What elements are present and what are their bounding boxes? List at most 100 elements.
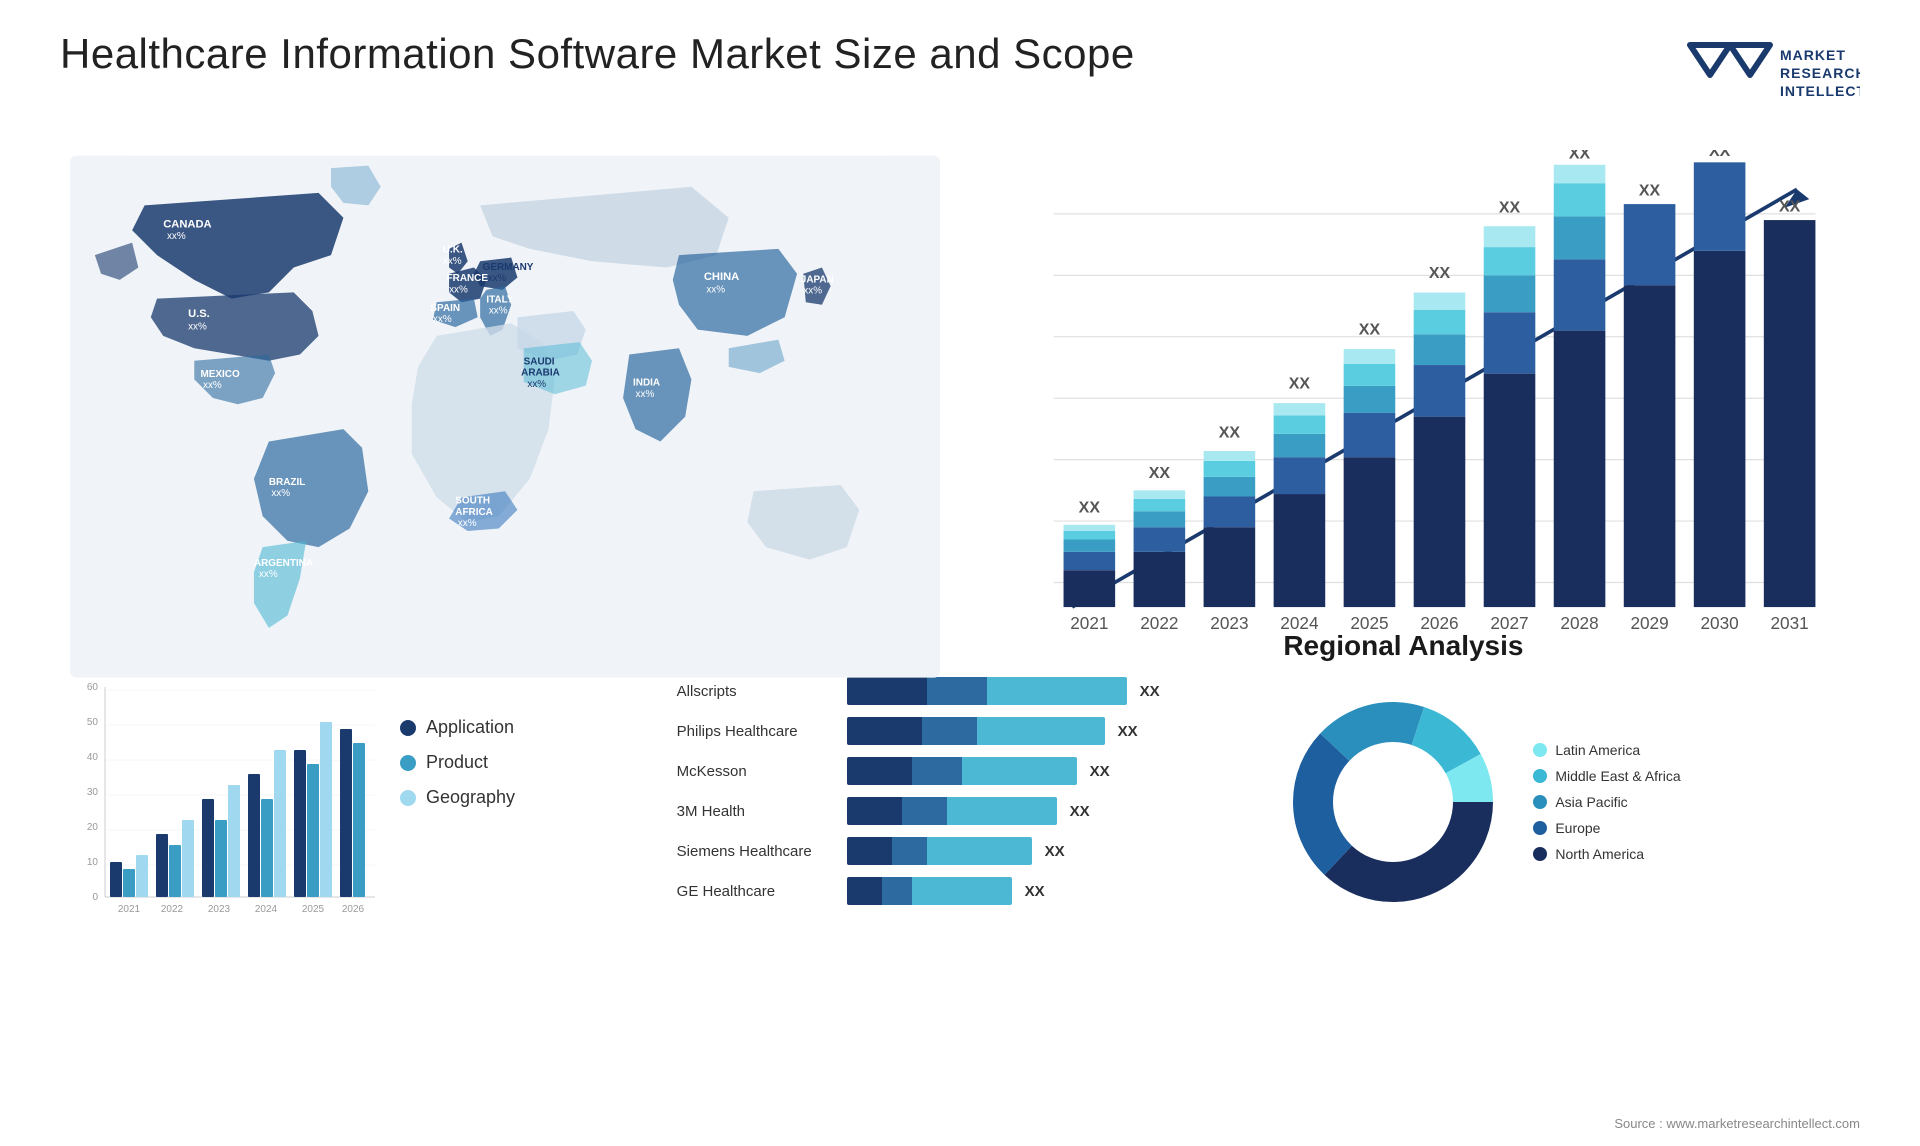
svg-text:ITALY: ITALY: [486, 294, 513, 305]
svg-text:xx%: xx%: [706, 284, 725, 295]
source-text: Source : www.marketresearchintellect.com: [1614, 1116, 1860, 1131]
svg-text:xx%: xx%: [489, 305, 508, 316]
svg-text:SPAIN: SPAIN: [430, 303, 460, 314]
svg-text:2025: 2025: [1350, 613, 1388, 633]
svg-text:2022: 2022: [161, 904, 184, 915]
player-name-mckesson: McKesson: [677, 763, 837, 780]
player-row-3mhealth: 3M Health XX: [677, 797, 1244, 825]
svg-text:2022: 2022: [1140, 613, 1178, 633]
svg-text:xx%: xx%: [443, 256, 462, 267]
svg-text:CHINA: CHINA: [704, 271, 739, 283]
world-map-svg: CANADA xx% U.S. xx% MEXICO xx% BRAZIL xx…: [70, 150, 940, 683]
svg-text:XX: XX: [1219, 425, 1241, 442]
player-row-siemens: Siemens Healthcare XX: [677, 837, 1244, 865]
player-row-mckesson: McKesson XX: [677, 757, 1244, 785]
player-value-philips: XX: [1118, 723, 1138, 740]
svg-text:2023: 2023: [1210, 613, 1248, 633]
legend-color-na: [1533, 847, 1547, 861]
legend-application: Application: [400, 717, 515, 738]
svg-text:RESEARCH: RESEARCH: [1780, 65, 1860, 81]
bar-seg2: [922, 717, 977, 745]
svg-text:10: 10: [87, 857, 99, 868]
legend-europe: Europe: [1533, 820, 1680, 836]
player-name-philips: Philips Healthcare: [677, 723, 837, 740]
svg-text:2027: 2027: [1490, 613, 1528, 633]
svg-text:2024: 2024: [1280, 613, 1319, 633]
page-container: Healthcare Information Software Market S…: [0, 0, 1920, 1146]
player-row-philips: Philips Healthcare XX: [677, 717, 1244, 745]
bar-seg3: [947, 797, 1057, 825]
svg-text:xx%: xx%: [259, 569, 278, 580]
svg-text:FRANCE: FRANCE: [447, 273, 489, 284]
svg-text:XX: XX: [1359, 321, 1381, 338]
svg-text:XX: XX: [1569, 150, 1591, 163]
player-bar-ge: XX: [847, 877, 1244, 905]
svg-text:2021: 2021: [118, 904, 141, 915]
logo-icon: MARKET RESEARCH INTELLECT: [1680, 35, 1860, 115]
svg-text:XX: XX: [1499, 200, 1521, 217]
svg-text:20: 20: [87, 822, 99, 833]
svg-text:2024: 2024: [255, 904, 278, 915]
legend-label-na: North America: [1555, 846, 1644, 862]
svg-text:xx%: xx%: [449, 284, 468, 295]
legend-color-europe: [1533, 821, 1547, 835]
bar-seg2: [902, 797, 947, 825]
svg-text:40: 40: [87, 752, 99, 763]
legend-dot-application: [400, 720, 416, 736]
svg-text:GERMANY: GERMANY: [483, 262, 534, 273]
bar-seg1: [847, 837, 892, 865]
bar-seg1: [847, 797, 902, 825]
svg-text:MEXICO: MEXICO: [201, 369, 240, 380]
player-name-siemens: Siemens Healthcare: [677, 843, 837, 860]
legend-label-product: Product: [426, 752, 488, 773]
legend-dot-product: [400, 755, 416, 771]
svg-text:xx%: xx%: [488, 273, 507, 284]
svg-text:xx%: xx%: [803, 286, 822, 297]
svg-text:BRAZIL: BRAZIL: [269, 477, 305, 488]
bar-seg3: [962, 757, 1077, 785]
legend-product: Product: [400, 752, 515, 773]
svg-text:xx%: xx%: [167, 231, 186, 242]
legend-latin-america: Latin America: [1533, 742, 1680, 758]
svg-text:2031: 2031: [1771, 613, 1809, 633]
svg-text:ARABIA: ARABIA: [521, 368, 560, 379]
svg-text:2025: 2025: [302, 904, 325, 915]
player-row-ge: GE Healthcare XX: [677, 877, 1244, 905]
svg-text:MARKET: MARKET: [1780, 47, 1846, 63]
svg-text:ARGENTINA: ARGENTINA: [254, 558, 313, 569]
svg-text:XX: XX: [1149, 465, 1171, 482]
player-value-3mhealth: XX: [1070, 803, 1090, 820]
player-name-ge: GE Healthcare: [677, 883, 837, 900]
bar-seg2: [892, 837, 927, 865]
svg-text:xx%: xx%: [188, 322, 207, 333]
svg-text:2026: 2026: [1420, 613, 1458, 633]
svg-text:XX: XX: [1779, 198, 1801, 215]
donut-chart-svg: [1283, 692, 1503, 912]
svg-text:XX: XX: [1639, 182, 1661, 199]
svg-text:2023: 2023: [208, 904, 231, 915]
legend-label-geography: Geography: [426, 787, 515, 808]
svg-text:30: 30: [87, 787, 99, 798]
header: Healthcare Information Software Market S…: [60, 30, 1860, 120]
svg-text:XX: XX: [1079, 499, 1101, 516]
svg-text:U.S.: U.S.: [188, 308, 210, 320]
bar-seg3: [977, 717, 1105, 745]
svg-text:2026: 2026: [342, 904, 365, 915]
bar-seg3: [912, 877, 1012, 905]
svg-text:SOUTH: SOUTH: [455, 496, 490, 507]
svg-text:50: 50: [87, 717, 99, 728]
bar-seg3: [927, 837, 1032, 865]
page-title: Healthcare Information Software Market S…: [60, 30, 1135, 78]
svg-text:xx%: xx%: [433, 314, 452, 325]
legend-label-europe: Europe: [1555, 820, 1600, 836]
svg-text:CANADA: CANADA: [163, 219, 211, 231]
player-value-mckesson: XX: [1090, 763, 1110, 780]
svg-text:xx%: xx%: [458, 518, 477, 529]
legend-asia-pacific: Asia Pacific: [1533, 794, 1680, 810]
svg-text:0: 0: [92, 892, 98, 903]
svg-text:xx%: xx%: [636, 389, 655, 400]
legend-label-latin: Latin America: [1555, 742, 1640, 758]
player-value-ge: XX: [1025, 883, 1045, 900]
bar-seg2: [912, 757, 962, 785]
bar-seg1: [847, 757, 912, 785]
